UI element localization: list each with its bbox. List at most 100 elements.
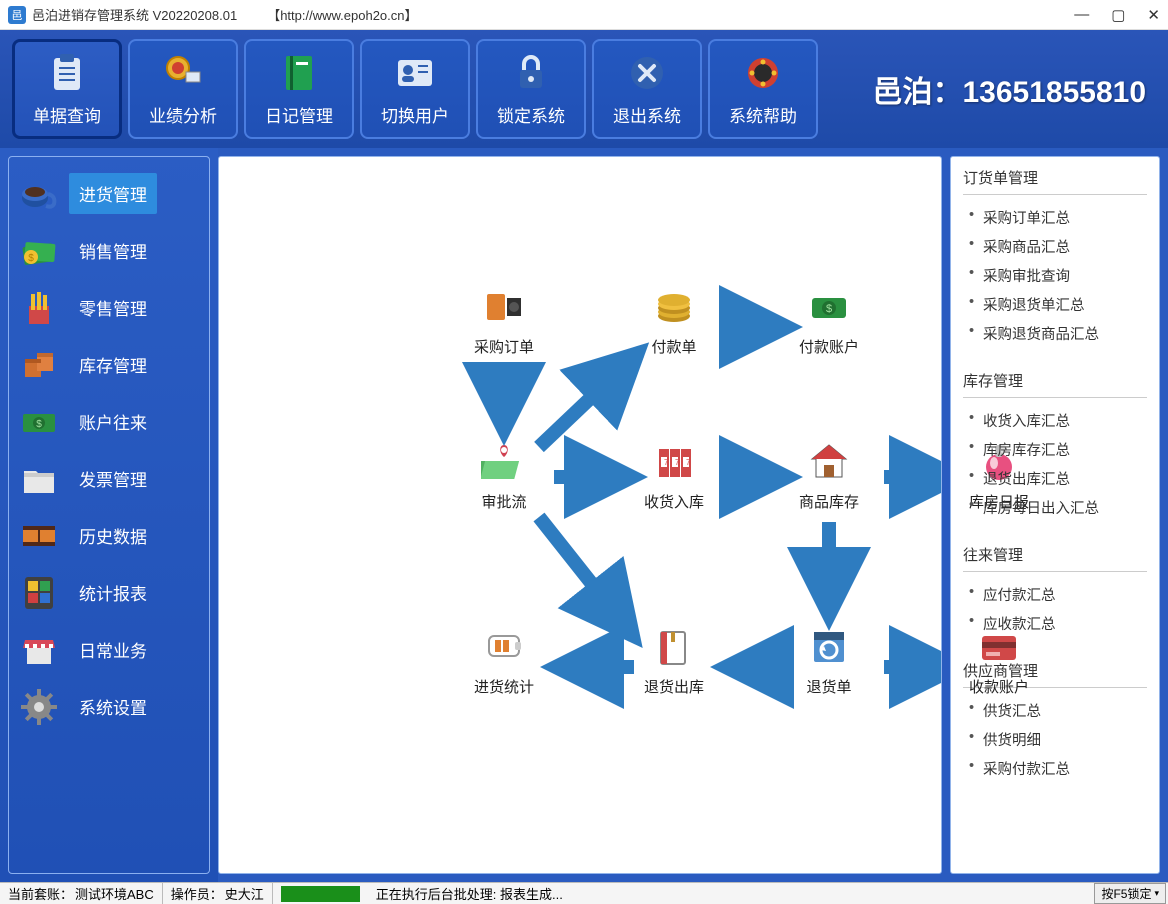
flow-node-stats[interactable]: 进货统计: [459, 624, 549, 697]
status-operator: 操作员： 史大江: [163, 883, 273, 904]
sidebar-item-fries[interactable]: 零售管理: [13, 279, 205, 336]
sidebar-label: 系统设置: [79, 699, 147, 718]
panel-link[interactable]: 供货汇总: [969, 696, 1147, 725]
panel-link[interactable]: 采购商品汇总: [969, 232, 1147, 261]
brand-text: 邑泊：13651855810: [872, 67, 1156, 111]
panel-link[interactable]: 库房库存汇总: [969, 435, 1147, 464]
ribbon-user-card-button[interactable]: 切换用户: [360, 39, 470, 139]
shop-icon: [19, 630, 59, 670]
flow-node-approve[interactable]: 审批流: [459, 439, 549, 512]
minimize-button[interactable]: —: [1074, 6, 1089, 24]
sidebar-label: 账户往来: [79, 414, 147, 433]
ribbon-label: 锁定系统: [497, 102, 565, 127]
flow-node-pay[interactable]: 付款单: [629, 284, 719, 357]
panel-link[interactable]: 采购订单汇总: [969, 203, 1147, 232]
maximize-button[interactable]: ▢: [1111, 6, 1125, 24]
flow-node-label: 收款账户: [969, 676, 1029, 697]
window-url: 【http://www.epoh2o.cn】: [267, 5, 417, 24]
titlebar: 邑 邑泊进销存管理系统 V20220208.01 【http://www.epo…: [0, 0, 1168, 30]
chip-icon: [742, 52, 784, 94]
flow-node-recv[interactable]: 777收货入库: [629, 439, 719, 512]
flow-node-po[interactable]: 采购订单: [459, 284, 549, 357]
ribbon-clipboard-button[interactable]: 单据查询: [12, 39, 122, 139]
sidebar-item-film[interactable]: 历史数据: [13, 507, 205, 564]
sidebar-item-money[interactable]: $ 账户往来: [13, 393, 205, 450]
flow-node-payacc[interactable]: $付款账户: [784, 284, 874, 357]
approve-icon: [481, 439, 527, 485]
ribbon-label: 日记管理: [265, 102, 333, 127]
boxes-icon: [19, 345, 59, 385]
panel-link[interactable]: 退货出库汇总: [969, 464, 1147, 493]
sidebar-label: 进货管理: [79, 186, 147, 205]
flow-node-label: 审批流: [481, 491, 526, 512]
status-operator-value: 史大江: [225, 884, 264, 903]
fries-icon: [19, 288, 59, 328]
stock-icon: [806, 439, 852, 485]
panel-link[interactable]: 采购退货商品汇总: [969, 319, 1147, 348]
status-progress: [273, 886, 368, 902]
flow-node-label: 采购订单: [474, 336, 534, 357]
ribbon: 单据查询 业绩分析日记管理 切换用户 锁定系统 退出系统系统帮助 邑泊：13651855…: [0, 30, 1168, 148]
panel-link[interactable]: 采购退货单汇总: [969, 290, 1147, 319]
status-account-value: 测试环境ABC: [75, 884, 154, 903]
right-panel: 订货单管理采购订单汇总采购商品汇总采购审批查询采购退货单汇总采购退货商品汇总库存…: [950, 156, 1160, 874]
lock-shortcut-label: 按F5锁定: [1101, 885, 1151, 902]
status-account-label: 当前套账：: [8, 884, 73, 903]
panel-link[interactable]: 收货入库汇总: [969, 406, 1147, 435]
panel-link[interactable]: 供货明细: [969, 725, 1147, 754]
dropdown-icon: ▾: [1154, 888, 1159, 899]
ribbon-medal-button[interactable]: 业绩分析: [128, 39, 238, 139]
flow-arrows: [219, 157, 941, 873]
panel-link[interactable]: 应收款汇总: [969, 609, 1147, 638]
cup-icon: [19, 174, 59, 214]
panel-link[interactable]: 应付款汇总: [969, 580, 1147, 609]
calc-icon: [19, 573, 59, 613]
pay-icon: [651, 284, 697, 330]
stats-icon: [481, 624, 527, 670]
sidebar-item-cup[interactable]: 进货管理: [13, 165, 205, 222]
ribbon-close-x-button[interactable]: 退出系统: [592, 39, 702, 139]
recv-icon: 777: [651, 439, 697, 485]
gear-icon: [19, 687, 59, 727]
flow-node-retout[interactable]: 退货出库: [629, 624, 719, 697]
svg-text:$: $: [36, 419, 42, 430]
ribbon-label: 切换用户: [381, 102, 449, 127]
sidebar-item-shop[interactable]: 日常业务: [13, 621, 205, 678]
ribbon-chip-button[interactable]: 系统帮助: [708, 39, 818, 139]
ret-icon: [806, 624, 852, 670]
ribbon-label: 单据查询: [33, 102, 101, 127]
sidebar-label: 零售管理: [79, 300, 147, 319]
sidebar-label: 发票管理: [79, 471, 147, 490]
sidebar-item-boxes[interactable]: 库存管理: [13, 336, 205, 393]
close-button[interactable]: ✕: [1147, 6, 1160, 24]
film-icon: [19, 516, 59, 556]
lock-icon: [510, 52, 552, 94]
svg-text:$: $: [28, 253, 34, 264]
user-card-icon: [394, 52, 436, 94]
svg-text:$: $: [826, 303, 832, 315]
cash-icon: $: [19, 231, 59, 271]
statusbar: 当前套账： 测试环境ABC 操作员： 史大江 正在执行后台批处理: 报表生成..…: [0, 882, 1168, 904]
panel-link[interactable]: 采购付款汇总: [969, 754, 1147, 783]
flow-node-stock[interactable]: 商品库存: [784, 439, 874, 512]
app-icon: 邑: [8, 6, 26, 24]
money-icon: $: [19, 402, 59, 442]
ribbon-lock-button[interactable]: 锁定系统: [476, 39, 586, 139]
flow-node-label: 付款单: [651, 336, 696, 357]
sidebar-item-folder[interactable]: 发票管理: [13, 450, 205, 507]
flow-node-ret[interactable]: 退货单: [784, 624, 874, 697]
status-account: 当前套账： 测试环境ABC: [0, 883, 163, 904]
panel-link[interactable]: 库房每日出入汇总: [969, 493, 1147, 522]
sidebar-label: 库存管理: [79, 357, 147, 376]
sidebar-item-calc[interactable]: 统计报表: [13, 564, 205, 621]
sidebar-item-cash[interactable]: $销售管理: [13, 222, 205, 279]
ribbon-book-button[interactable]: 日记管理: [244, 39, 354, 139]
panel-link[interactable]: 采购审批查询: [969, 261, 1147, 290]
svg-text:7: 7: [686, 458, 691, 467]
flow-node-label: 退货单: [806, 676, 851, 697]
flow-node-label: 商品库存: [799, 491, 859, 512]
retout-icon: [651, 624, 697, 670]
lock-shortcut-button[interactable]: 按F5锁定 ▾: [1094, 883, 1166, 904]
sidebar-item-gear[interactable]: 系统设置: [13, 678, 205, 735]
sidebar: 进货管理 $销售管理零售管理库存管理 $ 账户往来发票管理历史数据统计报表日常业务系统…: [0, 148, 218, 882]
